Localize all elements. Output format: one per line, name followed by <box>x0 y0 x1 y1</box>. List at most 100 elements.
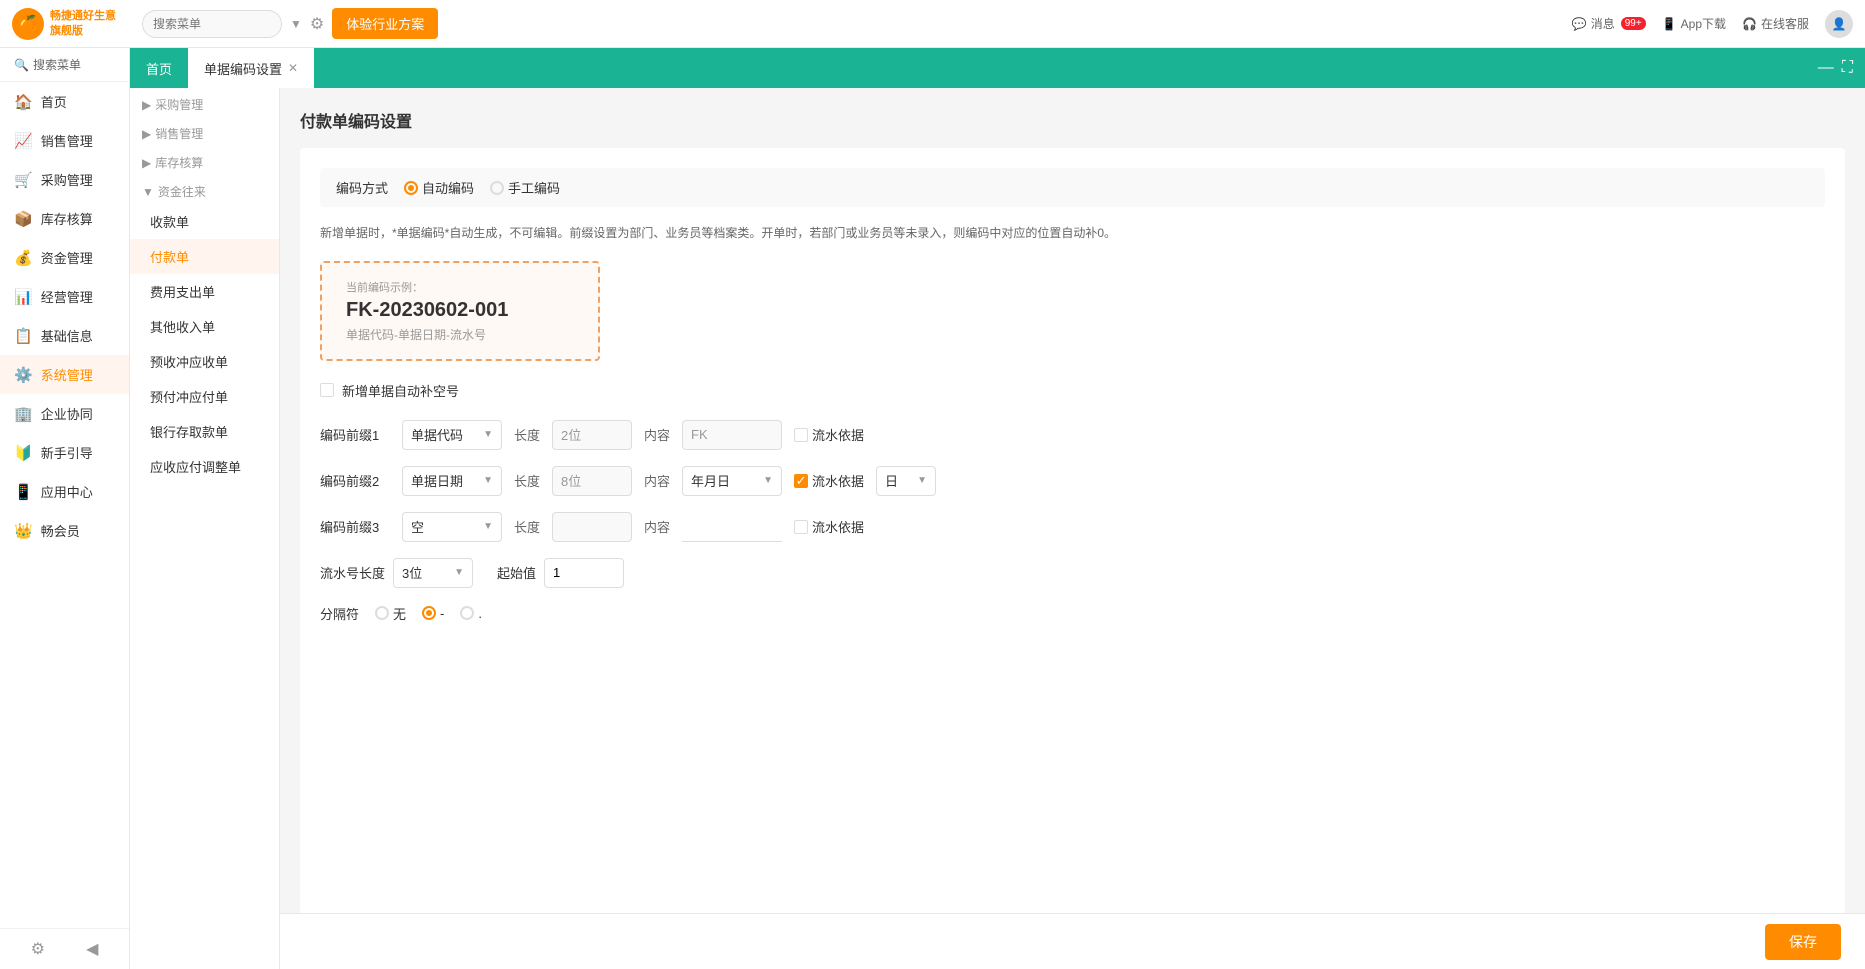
logo: 🍊 畅捷通好生意 旗舰版 <box>12 8 142 40</box>
prefix2-row: 编码前缀2 单据日期 ▼ 长度 8位 内容 年月日 ▼ ✓ 流水依据 日 ▼ <box>320 466 1825 496</box>
chevron-down-icon: ▼ <box>142 185 154 199</box>
autocomplete-checkbox[interactable] <box>320 383 334 397</box>
content2-arrow-icon: ▼ <box>763 475 773 486</box>
sidebar-corp-label: 企业协同 <box>41 404 93 423</box>
content2-label: 内容 <box>644 471 670 490</box>
tabbar-maximize-button[interactable]: ⛶ <box>1842 59 1853 77</box>
sec-item-payment[interactable]: 付款单 <box>130 239 279 274</box>
sec-item-receivable-adjust[interactable]: 应收应付调整单 <box>130 449 279 484</box>
serial-follow3-wrap[interactable]: 流水依据 <box>794 517 864 536</box>
sep-dot-option[interactable]: . <box>460 606 482 621</box>
message-badge: 99+ <box>1621 17 1646 30</box>
sep-dash-radio[interactable] <box>422 606 436 620</box>
content2-select[interactable]: 年月日 ▼ <box>682 466 782 496</box>
sidebar-item-basic[interactable]: 📋 基础信息 <box>0 316 129 355</box>
settings-icon[interactable]: ⚙ <box>31 939 45 959</box>
sec-item-advance-receipt[interactable]: 预收冲应收单 <box>130 344 279 379</box>
sec-group-purchase[interactable]: ▶ 采购管理 <box>130 88 279 117</box>
sidebar-item-guide[interactable]: 🔰 新手引导 <box>0 433 129 472</box>
prefix1-select[interactable]: 单据代码 ▼ <box>402 420 502 450</box>
sidebar-item-member[interactable]: 👑 畅会员 <box>0 511 129 550</box>
serial-follow1-wrap[interactable]: 流水依据 <box>794 425 864 444</box>
prefix2-arrow-icon: ▼ <box>483 475 493 486</box>
sep-dot-radio[interactable] <box>460 606 474 620</box>
sales-icon: 📈 <box>14 132 33 150</box>
content-card: 编码方式 自动编码 手工编码 新增单据时，*单据编码*自动生成，不可编辑。前缀设… <box>300 148 1845 929</box>
content1-label: 内容 <box>644 425 670 444</box>
start-value-input[interactable] <box>544 558 624 588</box>
sep-none-radio[interactable] <box>375 606 389 620</box>
sidebar-item-inventory[interactable]: 📦 库存核算 <box>0 199 129 238</box>
topbar-right: 💬 消息 99+ 📱 App下载 🎧 在线客服 👤 <box>1572 10 1853 38</box>
sidebar-item-operation[interactable]: 📊 经营管理 <box>0 277 129 316</box>
online-service-action[interactable]: 🎧 在线客服 <box>1742 15 1809 32</box>
save-button[interactable]: 保存 <box>1765 924 1841 960</box>
sidebar-item-purchase[interactable]: 🛒 采购管理 <box>0 160 129 199</box>
prefix3-select[interactable]: 空 ▼ <box>402 512 502 542</box>
sidebar-item-home[interactable]: 🏠 首页 <box>0 82 129 121</box>
code-example: FK-20230602-001 <box>346 299 574 322</box>
sec-item-advance-payment[interactable]: 预付冲应付单 <box>130 379 279 414</box>
prefix3-row: 编码前缀3 空 ▼ 长度 内容 流水依据 <box>320 512 1825 542</box>
serial-length-select[interactable]: 3位 ▼ <box>393 558 473 588</box>
length1-label: 长度 <box>514 425 540 444</box>
serial-follow2-wrap[interactable]: ✓ 流水依据 <box>794 471 864 490</box>
sec-item-other-income[interactable]: 其他收入单 <box>130 309 279 344</box>
basic-icon: 📋 <box>14 327 33 345</box>
prefix3-label: 编码前缀3 <box>320 517 390 536</box>
tabbar-minimize-button[interactable]: — <box>1818 59 1834 77</box>
sec-item-expense[interactable]: 费用支出单 <box>130 274 279 309</box>
sidebar-item-finance[interactable]: 💰 资金管理 <box>0 238 129 277</box>
sidebar-guide-label: 新手引导 <box>41 443 93 462</box>
manual-encode-option[interactable]: 手工编码 <box>490 178 560 197</box>
sidebar-search[interactable]: 🔍 搜索菜单 <box>0 48 129 82</box>
sec-item-receipt[interactable]: 收款单 <box>130 204 279 239</box>
collapse-icon[interactable]: ◀ <box>86 939 98 959</box>
user-avatar[interactable]: 👤 <box>1825 10 1853 38</box>
separator-row: 分隔符 无 - . <box>320 604 1825 623</box>
search-area <box>142 10 282 38</box>
sep-none-option[interactable]: 无 <box>375 604 406 623</box>
search-input[interactable] <box>142 10 282 38</box>
tab-home[interactable]: 首页 <box>130 48 188 88</box>
serial-follow1-checkbox[interactable] <box>794 428 808 442</box>
encoding-method-row: 编码方式 自动编码 手工编码 <box>320 168 1825 207</box>
message-action[interactable]: 💬 消息 99+ <box>1572 15 1646 32</box>
manual-encode-radio[interactable] <box>490 181 504 195</box>
auto-encode-option[interactable]: 自动编码 <box>404 178 474 197</box>
sidebar-item-sales[interactable]: 📈 销售管理 <box>0 121 129 160</box>
sec-group-capital[interactable]: ▼ 资金往来 <box>130 175 279 204</box>
apps-icon: 📱 <box>14 483 33 501</box>
serial-follow2-checkbox[interactable]: ✓ <box>794 474 808 488</box>
sidebar-item-corp[interactable]: 🏢 企业协同 <box>0 394 129 433</box>
tabbar-actions: — ⛶ <box>1818 59 1865 77</box>
sidebar-bottom: ⚙ ◀ <box>0 928 129 969</box>
sidebar-inventory-label: 库存核算 <box>41 209 93 228</box>
service-icon: 🎧 <box>1742 17 1757 31</box>
length3-label: 长度 <box>514 517 540 536</box>
topbar: 🍊 畅捷通好生意 旗舰版 ▼ ⚙ 体验行业方案 💬 消息 99+ 📱 App下载… <box>0 0 1865 48</box>
app-download-action[interactable]: 📱 App下载 <box>1662 15 1726 32</box>
tab-close-icon[interactable]: ✕ <box>288 61 298 75</box>
sidebar-purchase-label: 采购管理 <box>41 170 93 189</box>
length2-label: 长度 <box>514 471 540 490</box>
footer-bar: 保存 <box>280 913 1865 969</box>
auto-encode-radio[interactable] <box>404 181 418 195</box>
serial-follow3-checkbox[interactable] <box>794 520 808 534</box>
sidebar-item-system[interactable]: ⚙️ 系统管理 <box>0 355 129 394</box>
tab-encoding[interactable]: 单据编码设置 ✕ <box>188 48 314 88</box>
dropdown-arrow-icon[interactable]: ▼ <box>290 17 302 31</box>
sec-group-inventory[interactable]: ▶ 库存核算 <box>130 146 279 175</box>
serial-follow2-unit-select[interactable]: 日 ▼ <box>876 466 936 496</box>
sec-group-sales[interactable]: ▶ 销售管理 <box>130 117 279 146</box>
sidebar-operation-label: 经营管理 <box>41 287 93 306</box>
chevron-right-icon-3: ▶ <box>142 156 151 170</box>
trial-button[interactable]: 体验行业方案 <box>332 8 438 39</box>
serial-row: 流水号长度 3位 ▼ 起始值 <box>320 558 1825 588</box>
download-icon: 📱 <box>1662 17 1677 31</box>
sec-item-bank-deposit[interactable]: 银行存取款单 <box>130 414 279 449</box>
sep-dash-option[interactable]: - <box>422 606 444 621</box>
gear-icon[interactable]: ⚙ <box>310 14 324 34</box>
sidebar-item-apps[interactable]: 📱 应用中心 <box>0 472 129 511</box>
prefix2-select[interactable]: 单据日期 ▼ <box>402 466 502 496</box>
